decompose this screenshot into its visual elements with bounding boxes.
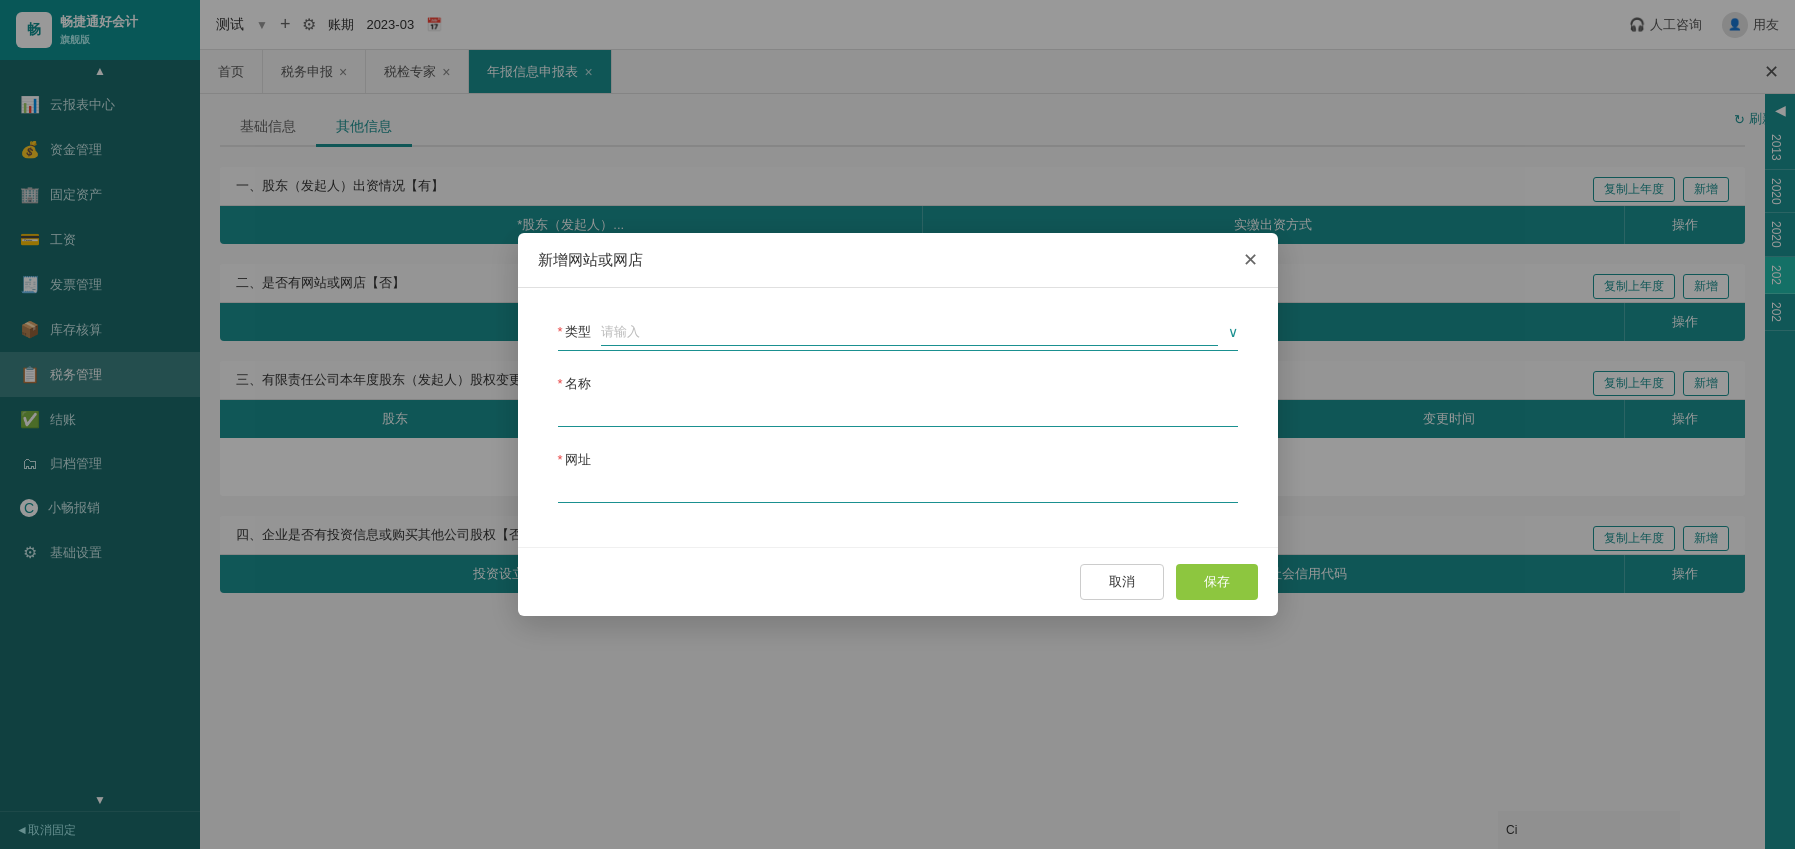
modal-footer: 取消 保存 — [518, 547, 1278, 616]
save-button[interactable]: 保存 — [1176, 564, 1258, 600]
modal-add-website: 新增网站或网店 ✕ *类型 ∨ *名称 — [518, 233, 1278, 616]
modal-close-button[interactable]: ✕ — [1243, 249, 1258, 271]
cancel-button[interactable]: 取消 — [1080, 564, 1164, 600]
modal-header: 新增网站或网店 ✕ — [518, 233, 1278, 288]
modal-body: *类型 ∨ *名称 *网址 — [518, 288, 1278, 547]
modal-title: 新增网站或网店 — [538, 251, 643, 270]
name-label: *名称 — [558, 376, 591, 391]
form-type-row: *类型 ∨ — [558, 318, 1238, 346]
form-field-type: *类型 ∨ — [558, 318, 1238, 351]
type-dropdown-icon[interactable]: ∨ — [1228, 324, 1238, 340]
form-field-url: *网址 — [558, 451, 1238, 503]
name-input[interactable] — [558, 399, 1238, 427]
url-label: *网址 — [558, 452, 591, 467]
modal-overlay: 新增网站或网店 ✕ *类型 ∨ *名称 — [0, 0, 1795, 849]
form-field-name: *名称 — [558, 375, 1238, 427]
url-input[interactable] — [558, 475, 1238, 503]
type-label: *类型 — [558, 323, 591, 341]
type-input[interactable] — [601, 318, 1218, 346]
